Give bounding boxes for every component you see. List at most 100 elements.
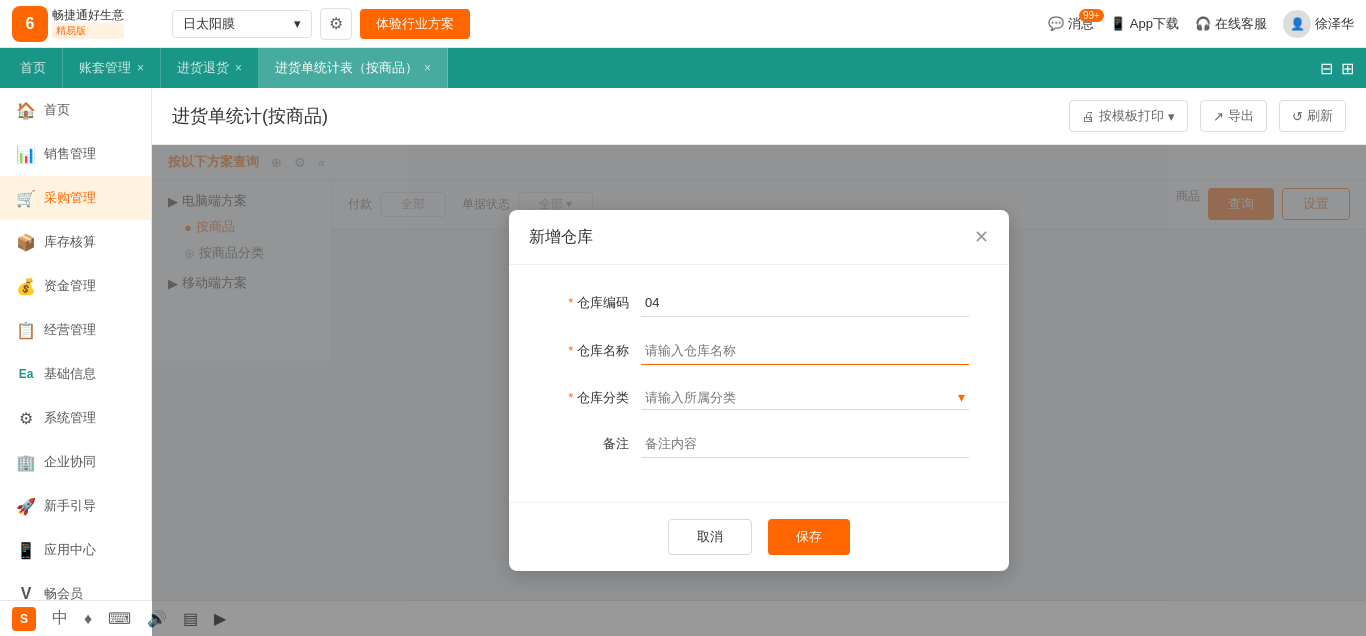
warehouse-category-label: 仓库分类 (549, 389, 629, 407)
category-dropdown-icon: ▾ (958, 389, 965, 405)
warehouse-name-input[interactable] (641, 337, 969, 365)
sidebar-item-sales-label: 销售管理 (44, 145, 96, 163)
tab-purchase-return-close[interactable]: × (235, 61, 242, 75)
tab-account-close[interactable]: × (137, 61, 144, 75)
sidebar-item-guide[interactable]: 🚀 新手引导 (0, 484, 151, 528)
remark-row: 备注 (549, 430, 969, 458)
sidebar-item-apps-label: 应用中心 (44, 541, 96, 559)
tab-purchase-return-label: 进货退货 (177, 59, 229, 77)
tab-minimize-icon[interactable]: ⊟ (1320, 59, 1333, 78)
user-menu[interactable]: 👤 徐泽华 (1283, 10, 1354, 38)
store-selector[interactable]: 日太阳膜 ▾ (172, 10, 312, 38)
tab-purchase-stats-close[interactable]: × (424, 61, 431, 75)
operations-icon: 📋 (16, 320, 36, 340)
messages-badge: 99+ (1079, 9, 1104, 22)
finance-icon: 💰 (16, 276, 36, 296)
sidebar-item-finance[interactable]: 💰 资金管理 (0, 264, 151, 308)
save-button[interactable]: 保存 (768, 519, 850, 555)
purchase-icon: 🛒 (16, 188, 36, 208)
trial-button[interactable]: 体验行业方案 (360, 9, 470, 39)
export-icon: ↗ (1213, 109, 1224, 124)
print-label: 按模板打印 (1099, 107, 1164, 125)
sidebar-item-inventory[interactable]: 📦 库存核算 (0, 220, 151, 264)
warehouse-name-row: 仓库名称 (549, 337, 969, 365)
cancel-button[interactable]: 取消 (668, 519, 752, 555)
warehouse-name-label: 仓库名称 (549, 342, 629, 360)
export-button[interactable]: ↗ 导出 (1200, 100, 1267, 132)
sidebar-item-system-label: 系统管理 (44, 409, 96, 427)
modal-footer: 取消 保存 (509, 502, 1009, 571)
sidebar-item-basics[interactable]: Ea 基础信息 (0, 352, 151, 396)
page-title: 进货单统计(按商品) (172, 104, 328, 128)
refresh-button[interactable]: ↺ 刷新 (1279, 100, 1346, 132)
sidebar: 🏠 首页 📊 销售管理 🛒 采购管理 📦 库存核算 💰 资金管理 📋 经营管理 … (0, 88, 152, 636)
inventory-icon: 📦 (16, 232, 36, 252)
enterprise-icon: 🏢 (16, 452, 36, 472)
sidebar-item-purchase[interactable]: 🛒 采购管理 (0, 176, 151, 220)
content-area: 进货单统计(按商品) 🖨 按模板打印 ▾ ↗ 导出 ↺ 刷新 (152, 88, 1366, 636)
tab-home[interactable]: 首页 (4, 48, 63, 88)
sidebar-item-basics-label: 基础信息 (44, 365, 96, 383)
print-arrow-icon: ▾ (1168, 109, 1175, 124)
keyboard-icon[interactable]: ⌨ (108, 609, 131, 628)
home-icon: 🏠 (16, 100, 36, 120)
warehouse-code-input[interactable] (641, 289, 969, 317)
warehouse-category-row: 仓库分类 ▾ (549, 385, 969, 410)
tab-purchase-return[interactable]: 进货退货 × (161, 48, 259, 88)
tab-purchase-stats[interactable]: 进货单统计表（按商品） × (259, 48, 448, 88)
avatar: 👤 (1283, 10, 1311, 38)
warehouse-code-row: 仓库编码 (549, 289, 969, 317)
sidebar-item-home[interactable]: 🏠 首页 (0, 88, 151, 132)
export-label: 导出 (1228, 107, 1254, 125)
messages-button[interactable]: 💬 消息 99+ (1048, 15, 1094, 33)
apps-icon: 📱 (16, 540, 36, 560)
diamond-icon[interactable]: ♦ (84, 610, 92, 628)
system-icon: ⚙ (16, 408, 36, 428)
sidebar-item-inventory-label: 库存核算 (44, 233, 96, 251)
store-arrow-icon: ▾ (294, 16, 301, 31)
sidebar-item-operations-label: 经营管理 (44, 321, 96, 339)
modal-overlay: 新增仓库 ✕ 仓库编码 仓库名称 (152, 145, 1366, 636)
tab-expand-icon[interactable]: ⊞ (1341, 59, 1354, 78)
app-download-label: App下载 (1130, 15, 1179, 33)
tab-purchase-stats-label: 进货单统计表（按商品） (275, 59, 418, 77)
message-icon: 💬 (1048, 16, 1064, 31)
chinese-input-icon[interactable]: 中 (52, 608, 68, 629)
sidebar-item-sales[interactable]: 📊 销售管理 (0, 132, 151, 176)
new-warehouse-modal: 新增仓库 ✕ 仓库编码 仓库名称 (509, 210, 1009, 571)
page-header: 进货单统计(按商品) 🖨 按模板打印 ▾ ↗ 导出 ↺ 刷新 (152, 88, 1366, 145)
warehouse-category-input[interactable] (645, 390, 958, 405)
sidebar-item-purchase-label: 采购管理 (44, 189, 96, 207)
sidebar-item-guide-label: 新手引导 (44, 497, 96, 515)
sidebar-item-enterprise[interactable]: 🏢 企业协同 (0, 440, 151, 484)
app-name: 畅捷通好生意 (52, 8, 124, 24)
s-logo: S (12, 607, 36, 631)
sidebar-item-operations[interactable]: 📋 经营管理 (0, 308, 151, 352)
tab-bar: 首页 账套管理 × 进货退货 × 进货单统计表（按商品） × ⊟ ⊞ (0, 48, 1366, 88)
tab-account-label: 账套管理 (79, 59, 131, 77)
app-download-button[interactable]: 📱 App下载 (1110, 15, 1179, 33)
tab-actions: ⊟ ⊞ (1312, 48, 1362, 88)
print-button[interactable]: 🖨 按模板打印 ▾ (1069, 100, 1188, 132)
modal-close-button[interactable]: ✕ (974, 226, 989, 248)
warehouse-category-select[interactable]: ▾ (641, 385, 969, 410)
phone-icon: 📱 (1110, 16, 1126, 31)
online-service-label: 在线客服 (1215, 15, 1267, 33)
header-right: 💬 消息 99+ 📱 App下载 🎧 在线客服 👤 徐泽华 (1048, 10, 1354, 38)
remark-input[interactable] (641, 430, 969, 458)
sidebar-item-system[interactable]: ⚙ 系统管理 (0, 396, 151, 440)
remark-label: 备注 (549, 435, 629, 453)
online-service-button[interactable]: 🎧 在线客服 (1195, 15, 1267, 33)
refresh-icon: ↺ (1292, 109, 1303, 124)
sidebar-item-apps[interactable]: 📱 应用中心 (0, 528, 151, 572)
settings-button[interactable]: ⚙ (320, 8, 352, 40)
username: 徐泽华 (1315, 15, 1354, 33)
guide-icon: 🚀 (16, 496, 36, 516)
page-actions: 🖨 按模板打印 ▾ ↗ 导出 ↺ 刷新 (1069, 100, 1346, 132)
modal-title: 新增仓库 (529, 227, 593, 248)
basics-icon: Ea (16, 364, 36, 384)
logo-icon: 6 (12, 6, 48, 42)
tab-account[interactable]: 账套管理 × (63, 48, 161, 88)
sales-icon: 📊 (16, 144, 36, 164)
app-badge: 精易版 (52, 23, 124, 39)
